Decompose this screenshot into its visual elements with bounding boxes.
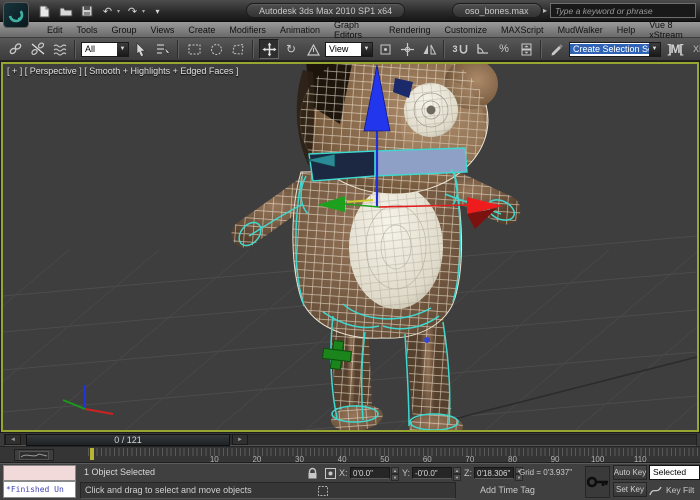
undo-dropdown-icon[interactable]: ▾ <box>117 8 120 15</box>
infocenter-search-input[interactable] <box>550 3 696 18</box>
selection-lock-icon[interactable] <box>306 467 319 485</box>
redo-dropdown-icon[interactable]: ▾ <box>142 8 145 15</box>
rectangular-selection-region-icon[interactable] <box>184 39 204 59</box>
select-and-link-icon[interactable] <box>6 39 26 59</box>
toolbar-separator <box>252 40 255 58</box>
xrayunwrap-label[interactable]: XRayUnwra <box>693 44 700 54</box>
select-object-icon[interactable] <box>131 39 151 59</box>
unlink-selection-icon[interactable] <box>28 39 48 59</box>
bind-to-space-warp-icon[interactable] <box>50 39 70 59</box>
menu-item[interactable]: Help <box>610 22 643 38</box>
combo-arrow-icon[interactable]: ▼ <box>361 43 372 56</box>
combo-arrow-icon[interactable]: ▼ <box>117 43 128 56</box>
document-name: oso_bones.max <box>452 3 542 18</box>
mini-curve-editor-button[interactable] <box>14 449 54 461</box>
toolbar-separator <box>540 40 543 58</box>
absolute-offset-mode-icon[interactable] <box>324 467 337 485</box>
named-selection-set-combo[interactable]: Create Selection Se ▼ <box>569 42 661 57</box>
menu-item[interactable]: Views <box>144 22 182 38</box>
xrayunwrap-logo-icon[interactable]: ]M[ <box>663 39 687 59</box>
menu-bar: EditToolsGroupViewsCreateModifiersAnimat… <box>0 22 700 38</box>
track-bar: 102030405060708090100110 <box>0 447 700 463</box>
open-file-icon[interactable] <box>57 3 74 19</box>
auto-key-button[interactable]: Auto Key <box>613 465 647 480</box>
use-pivot-point-icon[interactable] <box>375 39 395 59</box>
current-frame-marker[interactable] <box>90 448 94 460</box>
combo-arrow-icon[interactable]: ▼ <box>649 43 660 56</box>
select-and-move-icon[interactable] <box>259 39 279 59</box>
next-frame-button[interactable]: ► <box>232 434 248 445</box>
app-logo-icon[interactable] <box>3 2 29 28</box>
new-scene-icon[interactable] <box>36 3 53 19</box>
menu-item[interactable]: Modifiers <box>222 22 273 38</box>
save-file-icon[interactable] <box>78 3 95 19</box>
select-by-name-icon[interactable] <box>153 39 173 59</box>
isolate-selection-icon[interactable] <box>317 484 329 500</box>
set-keys-button[interactable] <box>585 466 610 498</box>
select-and-rotate-icon[interactable]: ↻ <box>281 39 301 59</box>
redo-icon[interactable]: ↷ <box>124 3 141 19</box>
selection-status-text: 1 Object Selected <box>84 467 155 477</box>
menu-item[interactable]: Tools <box>70 22 105 38</box>
toolbar-separator <box>443 40 446 58</box>
main-toolbar: All ▼ ↻ View ▼ <box>0 38 700 61</box>
time-slider-handle[interactable]: 0 / 121 <box>26 434 230 446</box>
select-and-manipulate-icon[interactable] <box>397 39 417 59</box>
set-key-button[interactable]: Set Key <box>613 482 647 497</box>
mirror-icon[interactable] <box>419 39 439 59</box>
x-coordinate-label: X: <box>339 468 348 478</box>
menu-item[interactable]: Rendering <box>382 22 438 38</box>
toolbar-separator <box>74 40 77 58</box>
undo-icon[interactable]: ↶ <box>99 3 116 19</box>
viewport-label[interactable]: [ + ] [ Perspective ] [ Smooth + Highlig… <box>7 66 238 76</box>
quick-access-toolbar: ↶▾ ↷▾ ▾ <box>36 2 166 20</box>
previous-frame-button[interactable]: ◄ <box>5 434 21 445</box>
curve-icon[interactable] <box>649 484 662 500</box>
window-title: Autodesk 3ds Max 2010 SP1 x64 <box>246 3 405 18</box>
toolbar-separator <box>177 40 180 58</box>
infocenter-arrow-icon[interactable]: ▸ <box>543 6 547 15</box>
status-bar: *Finished Un 1 Object Selected Click and… <box>0 463 700 500</box>
angle-snap-toggle-icon[interactable] <box>472 39 492 59</box>
prompt-line: Click and drag to select and move object… <box>80 482 456 499</box>
time-slider-bar: ◄ 0 / 121 ► <box>0 433 700 447</box>
keyboard-shortcut-override-icon[interactable] <box>547 39 567 59</box>
key-filter-selection-combo[interactable]: Selected <box>649 465 700 480</box>
menu-item[interactable]: Graph Editors <box>327 22 382 38</box>
viewport-canvas[interactable] <box>3 64 697 430</box>
selection-filter-combo[interactable]: All ▼ <box>81 42 129 57</box>
workspace-dropdown-icon[interactable]: ▾ <box>149 3 166 19</box>
x-spinner[interactable]: ▲▼ <box>391 467 399 479</box>
circular-selection-region-icon[interactable] <box>206 39 226 59</box>
menu-item[interactable]: Animation <box>273 22 327 38</box>
add-time-tag-button[interactable]: Add Time Tag <box>480 485 535 495</box>
reference-coordsys-combo[interactable]: View ▼ <box>325 42 373 57</box>
z-coordinate-field[interactable]: 0'18.306" <box>474 467 514 479</box>
3ds-max-window: ↶▾ ↷▾ ▾ Autodesk 3ds Max 2010 SP1 x64 os… <box>0 0 700 500</box>
grid-size-readout: Grid = 0'3.937" <box>519 468 583 477</box>
x-coordinate-field[interactable]: 0'0.0" <box>350 467 390 479</box>
bone-marker-blue[interactable] <box>424 337 430 343</box>
y-coordinate-field[interactable]: -0'0.0" <box>412 467 452 479</box>
menu-item[interactable]: Customize <box>438 22 495 38</box>
maxscript-listener-macro-pane[interactable] <box>3 465 76 481</box>
menu-item[interactable]: Edit <box>40 22 70 38</box>
y-spinner[interactable]: ▲▼ <box>453 467 461 479</box>
perspective-viewport[interactable]: [ + ] [ Perspective ] [ Smooth + Highlig… <box>0 61 700 433</box>
world-axis-tripod-icon <box>63 385 113 414</box>
menu-item[interactable]: MudWalker <box>551 22 610 38</box>
spinner-snap-toggle-icon[interactable] <box>516 39 536 59</box>
menu-item[interactable]: MAXScript <box>494 22 551 38</box>
maxscript-listener-output[interactable]: *Finished Un <box>3 481 76 498</box>
menu-item[interactable]: Create <box>181 22 222 38</box>
menu-item[interactable]: Group <box>105 22 144 38</box>
y-coordinate-label: Y: <box>402 468 410 478</box>
z-coordinate-label: Z: <box>464 468 472 478</box>
percent-snap-toggle-icon[interactable]: % <box>494 39 514 59</box>
fence-selection-region-icon[interactable] <box>228 39 248 59</box>
menu-item[interactable]: Vue 8 xStream <box>642 22 700 38</box>
select-and-scale-icon[interactable] <box>303 39 323 59</box>
snap-toggle-3d-icon[interactable]: 3 <box>450 39 470 59</box>
key-filters-button[interactable]: Key Filt <box>666 485 694 495</box>
